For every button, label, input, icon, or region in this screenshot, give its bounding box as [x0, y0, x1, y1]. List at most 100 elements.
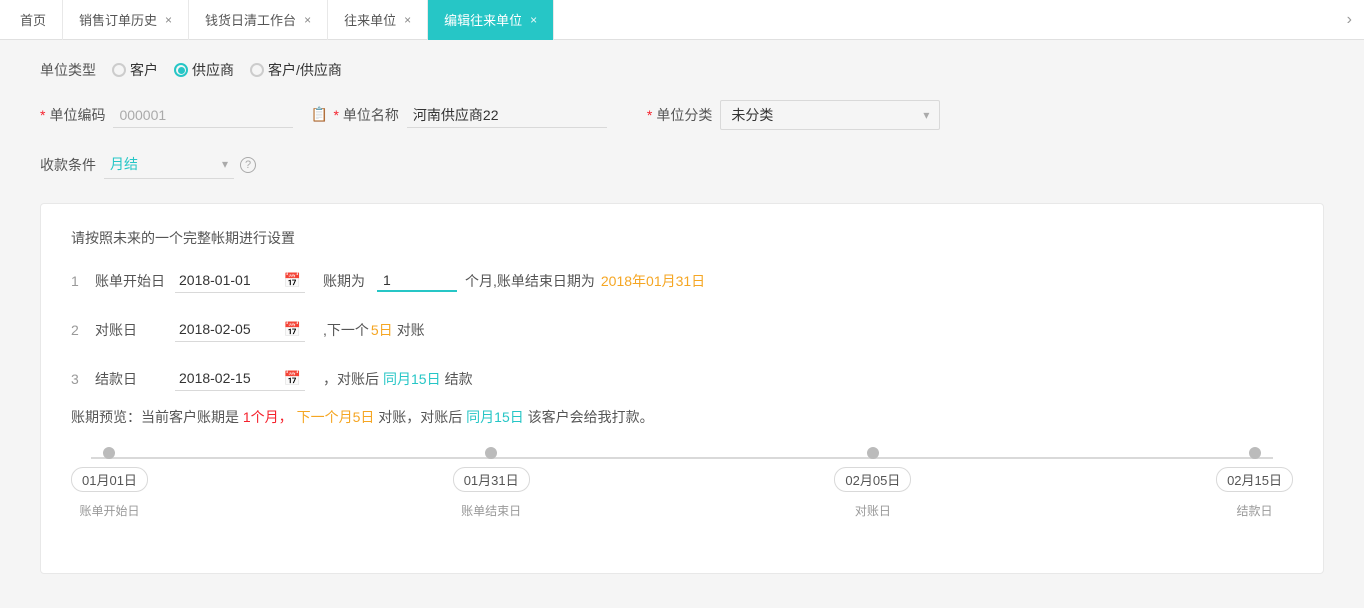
close-tab-sales-history[interactable]: ×	[165, 13, 172, 27]
radio-both[interactable]: 客户/供应商	[250, 60, 342, 80]
preview-end: 该客户会给我打款。	[528, 409, 654, 425]
timeline-label-3: 结款日	[1237, 502, 1273, 519]
period-label-2: 对账日	[95, 320, 175, 340]
unit-code-group: * 单位编码 📋	[40, 103, 293, 128]
timeline-point-0: 01月01日 账单开始日	[71, 447, 148, 519]
period-date-2-cal[interactable]: 📅	[280, 321, 305, 338]
timeline-label-0: 账单开始日	[79, 502, 139, 519]
preview-label: 账期预览：当前客户账期是	[71, 409, 239, 425]
period-date-3-cal[interactable]: 📅	[280, 370, 305, 387]
timeline-dot-1	[485, 447, 497, 459]
unit-class-label: 单位分类	[656, 105, 712, 125]
timeline-badge-1: 01月31日	[453, 467, 530, 492]
unit-class-select[interactable]: 未分类 ▾	[720, 100, 940, 130]
period-desc-2-after: 对账	[397, 320, 425, 340]
period-date-1-input[interactable]	[175, 268, 280, 292]
payment-cond-label: 收款条件	[40, 155, 96, 175]
radio-circle-both	[250, 63, 264, 77]
tab-more-button[interactable]: ›	[1335, 11, 1364, 29]
payment-cond-select[interactable]: 月结 ▾	[104, 150, 234, 179]
period-months-input[interactable]	[377, 270, 457, 292]
period-row-2: 2 对账日 📅 ,下一个 5日 对账	[71, 317, 1293, 342]
unit-code-star: *	[40, 107, 45, 123]
unit-name-star: *	[333, 107, 338, 123]
timeline-dot-0	[103, 447, 115, 459]
panel-title: 请按照未来的一个完整帐期进行设置	[71, 228, 1293, 248]
payment-cond-value: 月结	[110, 154, 216, 174]
tab-home[interactable]: 首页	[0, 0, 63, 40]
tab-sales-history[interactable]: 销售订单历史 ×	[63, 0, 189, 40]
close-tab-cash-work[interactable]: ×	[304, 13, 311, 27]
unit-code-icon[interactable]: 📋	[306, 106, 331, 123]
period-row-3: 3 结款日 📅 ，对账后 同月15日 结款	[71, 366, 1293, 391]
radio-circle-supplier	[174, 63, 188, 77]
timeline-badge-0: 01月01日	[71, 467, 148, 492]
unit-type-radio-group: 客户 供应商 客户/供应商	[112, 60, 342, 80]
unit-name-input[interactable]	[407, 103, 607, 128]
preview-part2: 下一个月5日	[297, 409, 375, 425]
timeline-badge-2: 02月05日	[834, 467, 911, 492]
payment-cond-arrow: ▾	[222, 157, 228, 171]
radio-customer[interactable]: 客户	[112, 60, 158, 80]
timeline-dot-3	[1249, 447, 1261, 459]
preview-section: 账期预览：当前客户账期是 1个月， 下一个月5日 对账，对账后 同月15日 该客…	[71, 391, 1293, 437]
timeline-dot-2	[867, 447, 879, 459]
period-row2-highlight1: 5日	[371, 320, 393, 340]
timeline-container: 01月01日 账单开始日 01月31日 账单结束日 02月05日 对账日 02月…	[71, 437, 1293, 549]
unit-class-value: 未分类	[731, 105, 923, 125]
period-desc-3-after: 结款	[445, 369, 473, 389]
timeline-items: 01月01日 账单开始日 01月31日 账单结束日 02月05日 对账日 02月…	[71, 447, 1293, 519]
period-date-1-cal[interactable]: 📅	[280, 272, 305, 289]
period-desc-1-after: 个月,账单结束日期为	[465, 271, 595, 291]
unit-class-arrow: ▾	[923, 108, 929, 122]
period-date-3-input[interactable]	[175, 366, 280, 390]
period-num-2: 2	[71, 322, 95, 338]
unit-code-input-wrapper: 📋	[113, 103, 293, 128]
period-date-1-wrapper: 📅	[175, 268, 305, 293]
unit-type-row: 单位类型 客户 供应商 客户/供应商	[40, 60, 1324, 80]
radio-label-supplier: 供应商	[192, 60, 234, 80]
unit-name-label: 单位名称	[343, 105, 399, 125]
timeline-point-2: 02月05日 对账日	[834, 447, 911, 519]
radio-label-both: 客户/供应商	[268, 60, 342, 80]
close-tab-partner-unit[interactable]: ×	[404, 13, 411, 27]
timeline-badge-3: 02月15日	[1216, 467, 1293, 492]
timeline-point-1: 01月31日 账单结束日	[453, 447, 530, 519]
tab-partner-unit[interactable]: 往来单位 ×	[328, 0, 428, 40]
page-content: 单位类型 客户 供应商 客户/供应商 * 单位编码 📋	[0, 40, 1364, 608]
period-desc-1-before: 账期为	[323, 271, 365, 291]
unit-class-star: *	[647, 107, 652, 123]
period-date-2-wrapper: 📅	[175, 317, 305, 342]
unit-code-input[interactable]	[113, 103, 306, 127]
timeline-point-3: 02月15日 结款日	[1216, 447, 1293, 519]
radio-circle-customer	[112, 63, 126, 77]
payment-cond-help[interactable]: ?	[240, 157, 256, 173]
radio-label-customer: 客户	[130, 60, 158, 80]
period-num-1: 1	[71, 273, 95, 289]
period-row-1: 1 账单开始日 📅 账期为 个月,账单结束日期为 2018年01月31日	[71, 268, 1293, 293]
unit-type-label: 单位类型	[40, 60, 96, 80]
preview-part1: 1个月，	[243, 409, 293, 425]
unit-name-group: * 单位名称	[333, 103, 606, 128]
preview-part3: 同月15日	[466, 409, 524, 425]
preview-mid: 对账，对账后	[378, 409, 462, 425]
close-tab-edit-partner[interactable]: ×	[530, 13, 537, 27]
period-label-1: 账单开始日	[95, 271, 175, 291]
period-date-3-wrapper: 📅	[175, 366, 305, 391]
radio-supplier[interactable]: 供应商	[174, 60, 234, 80]
timeline-label-2: 对账日	[855, 502, 891, 519]
tabs-bar: 首页 销售订单历史 × 钱货日清工作台 × 往来单位 × 编辑往来单位 × ›	[0, 0, 1364, 40]
period-row3-highlight2: 同月15日	[383, 369, 441, 389]
unit-info-row: * 单位编码 📋 * 单位名称 * 单位分类 未分类 ▾	[40, 100, 1324, 130]
tab-edit-partner[interactable]: 编辑往来单位 ×	[428, 0, 554, 40]
tab-cash-work[interactable]: 钱货日清工作台 ×	[189, 0, 328, 40]
payment-cond-row: 收款条件 月结 ▾ ?	[40, 150, 1324, 179]
period-label-3: 结款日	[95, 369, 175, 389]
period-desc-3-before: ，对账后	[323, 369, 379, 389]
period-end-date-highlight: 2018年01月31日	[601, 271, 705, 291]
timeline-label-1: 账单结束日	[461, 502, 521, 519]
unit-code-label: 单位编码	[49, 105, 105, 125]
period-panel: 请按照未来的一个完整帐期进行设置 1 账单开始日 📅 账期为 个月,账单结束日期…	[40, 203, 1324, 574]
period-date-2-input[interactable]	[175, 317, 280, 341]
unit-class-group: * 单位分类 未分类 ▾	[647, 100, 940, 130]
